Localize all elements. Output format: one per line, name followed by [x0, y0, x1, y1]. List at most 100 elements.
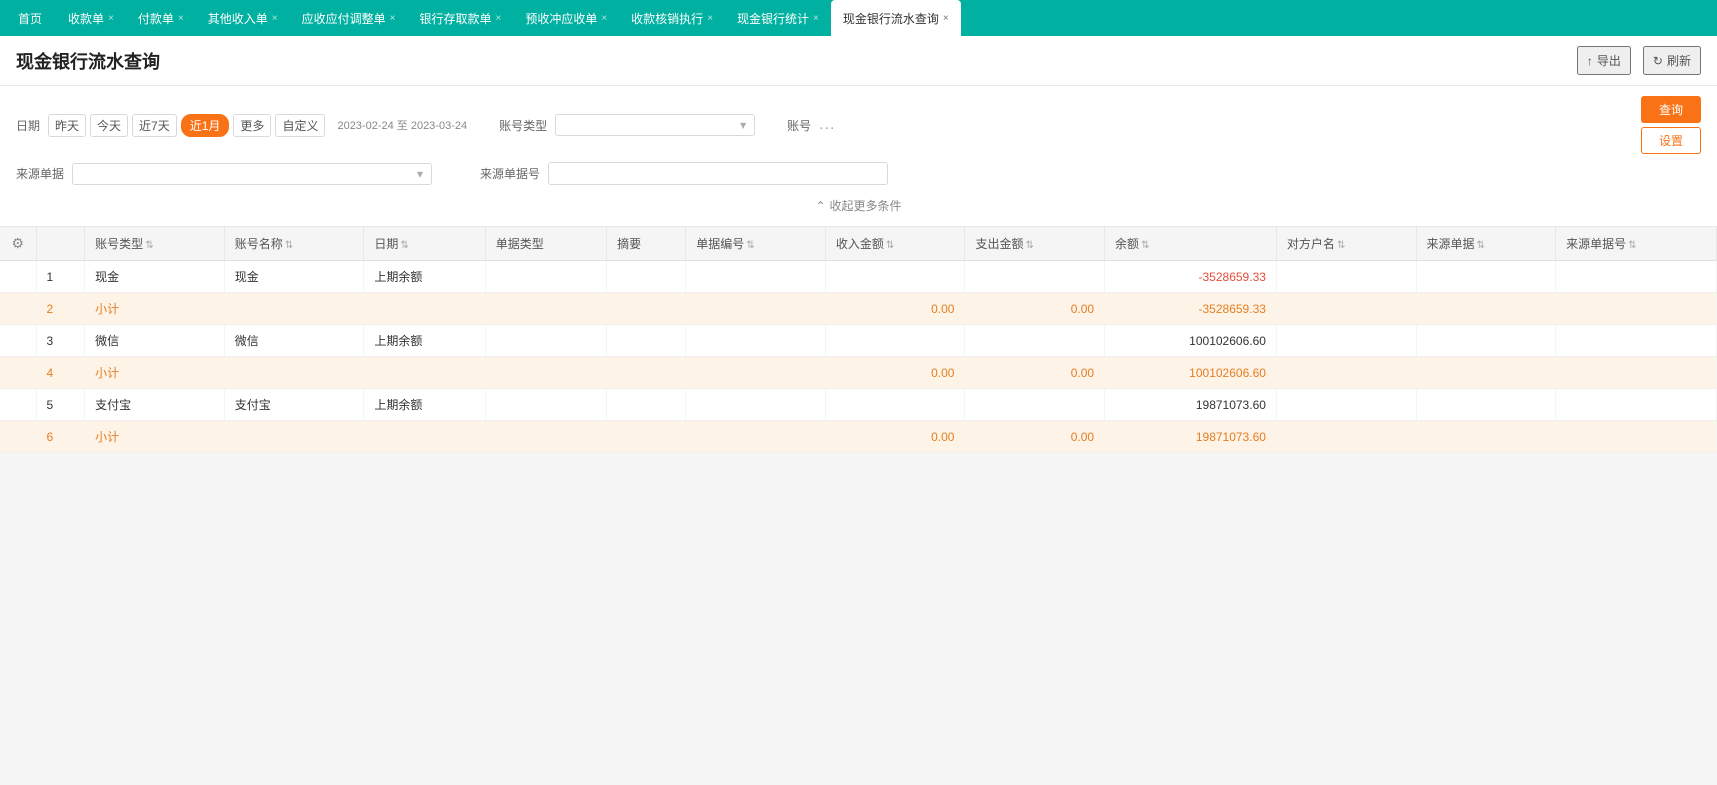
date-btn-1month[interactable]: 近1月 [181, 114, 230, 137]
close-icon[interactable]: × [707, 13, 713, 24]
th-counterpart[interactable]: 对方户名⇅ [1276, 227, 1416, 261]
td-source-doc [1416, 325, 1556, 357]
td-account-name: 支付宝 [224, 389, 364, 421]
nav-tab-flow-query[interactable]: 现金银行流水查询 × [831, 0, 961, 36]
nav-tab-bank-deposit[interactable]: 银行存取款单 × [407, 0, 513, 36]
date-btn-custom[interactable]: 自定义 [275, 114, 325, 137]
nav-tab-stats[interactable]: 现金银行统计 × [725, 0, 831, 36]
date-btn-yesterday[interactable]: 昨天 [48, 114, 86, 137]
th-income[interactable]: 收入金额⇅ [825, 227, 965, 261]
th-doc-no[interactable]: 单据编号⇅ [686, 227, 826, 261]
th-summary: 摘要 [607, 227, 686, 261]
refresh-icon: ↻ [1653, 54, 1663, 68]
query-button[interactable]: 查询 [1641, 96, 1701, 123]
account-type-label: 账号类型 [499, 117, 547, 134]
td-account-type: 微信 [85, 325, 225, 357]
td-source-doc [1416, 421, 1556, 453]
close-icon[interactable]: × [272, 13, 278, 24]
td-gear [0, 325, 36, 357]
table-row: 4 小计 0.00 0.00 100102606.60 [0, 357, 1717, 389]
td-summary [607, 421, 686, 453]
collapse-bar[interactable]: ⌃ 收起更多条件 [16, 193, 1701, 218]
nav-tab-prepay[interactable]: 预收冲应收单 × [513, 0, 619, 36]
close-icon[interactable]: × [178, 13, 184, 24]
td-source-doc-no [1556, 293, 1717, 325]
th-source-doc[interactable]: 来源单据⇅ [1416, 227, 1556, 261]
td-account-name: 微信 [224, 325, 364, 357]
date-range: 2023-02-24 至 2023-03-24 [337, 117, 467, 133]
td-index: 3 [36, 325, 85, 357]
source-doc-no-label: 来源单据号 [480, 165, 540, 182]
date-btn-7days[interactable]: 近7天 [132, 114, 177, 137]
td-expense: 0.00 [965, 421, 1105, 453]
table-row: 2 小计 0.00 0.00 -3528659.33 [0, 293, 1717, 325]
page-header: 现金银行流水查询 ↑ 导出 ↻ 刷新 [0, 36, 1717, 86]
td-doc-no [686, 421, 826, 453]
nav-tab-receipts[interactable]: 收款单 × [56, 0, 126, 36]
td-account-name: 现金 [224, 261, 364, 293]
close-icon[interactable]: × [495, 13, 501, 24]
gear-icon: ⚙ [11, 235, 24, 251]
td-index: 6 [36, 421, 85, 453]
account-dots[interactable]: ... [819, 116, 835, 134]
th-balance[interactable]: 余额⇅ [1105, 227, 1277, 261]
nav-home[interactable]: 首页 [4, 10, 56, 27]
td-source-doc-no [1556, 421, 1717, 453]
td-counterpart [1276, 293, 1416, 325]
page-title: 现金银行流水查询 [16, 48, 160, 74]
close-icon[interactable]: × [390, 13, 396, 24]
th-expense[interactable]: 支出金额⇅ [965, 227, 1105, 261]
close-icon[interactable]: × [813, 13, 819, 24]
td-doc-type [485, 389, 606, 421]
nav-tab-other-income[interactable]: 其他收入单 × [196, 0, 290, 36]
refresh-button[interactable]: ↻ 刷新 [1643, 46, 1701, 75]
td-source-doc-no [1556, 261, 1717, 293]
close-icon[interactable]: × [943, 13, 949, 24]
source-doc-group: 来源单据 ▾ [16, 163, 432, 185]
filter-area: 日期 昨天 今天 近7天 近1月 更多 自定义 2023-02-24 至 202… [0, 86, 1717, 227]
th-source-doc-no[interactable]: 来源单据号⇅ [1556, 227, 1717, 261]
th-gear[interactable]: ⚙ [0, 227, 36, 261]
td-balance: -3528659.33 [1105, 261, 1277, 293]
export-button[interactable]: ↑ 导出 [1577, 46, 1631, 75]
sort-icon: ⇅ [746, 240, 754, 251]
nav-tab-verify[interactable]: 收款核销执行 × [619, 0, 725, 36]
chevron-up-icon: ⌃ [815, 199, 825, 213]
source-doc-select[interactable]: ▾ [72, 163, 432, 185]
close-icon[interactable]: × [601, 13, 607, 24]
td-source-doc-no [1556, 325, 1717, 357]
th-date[interactable]: 日期⇅ [364, 227, 485, 261]
td-expense [965, 389, 1105, 421]
td-counterpart [1276, 389, 1416, 421]
td-source-doc [1416, 357, 1556, 389]
nav-tab-payments[interactable]: 付款单 × [126, 0, 196, 36]
account-type-select[interactable]: ▾ [555, 114, 755, 136]
td-expense [965, 261, 1105, 293]
close-icon[interactable]: × [108, 13, 114, 24]
td-source-doc [1416, 293, 1556, 325]
td-doc-type [485, 261, 606, 293]
td-income [825, 261, 965, 293]
th-account-type[interactable]: 账号类型⇅ [85, 227, 225, 261]
settings-button[interactable]: 设置 [1641, 127, 1701, 154]
td-balance: 100102606.60 [1105, 357, 1277, 389]
date-btn-today[interactable]: 今天 [90, 114, 128, 137]
td-doc-no [686, 261, 826, 293]
td-expense [965, 325, 1105, 357]
td-date: 上期余额 [364, 261, 485, 293]
td-doc-type [485, 357, 606, 389]
td-balance: 100102606.60 [1105, 325, 1277, 357]
nav-tab-adjustments[interactable]: 应收应付调整单 × [290, 0, 408, 36]
td-expense: 0.00 [965, 293, 1105, 325]
sort-icon: ⇅ [1141, 240, 1149, 251]
table-row: 3 微信 微信 上期余额 100102606.60 [0, 325, 1717, 357]
date-btn-more[interactable]: 更多 [233, 114, 271, 137]
source-doc-no-input[interactable] [548, 162, 888, 185]
account-label: 账号 [787, 117, 811, 134]
th-account-name[interactable]: 账号名称⇅ [224, 227, 364, 261]
td-doc-no [686, 293, 826, 325]
sort-icon: ⇅ [886, 240, 894, 251]
table-row: 5 支付宝 支付宝 上期余额 19871073.60 [0, 389, 1717, 421]
td-date [364, 421, 485, 453]
td-gear [0, 421, 36, 453]
